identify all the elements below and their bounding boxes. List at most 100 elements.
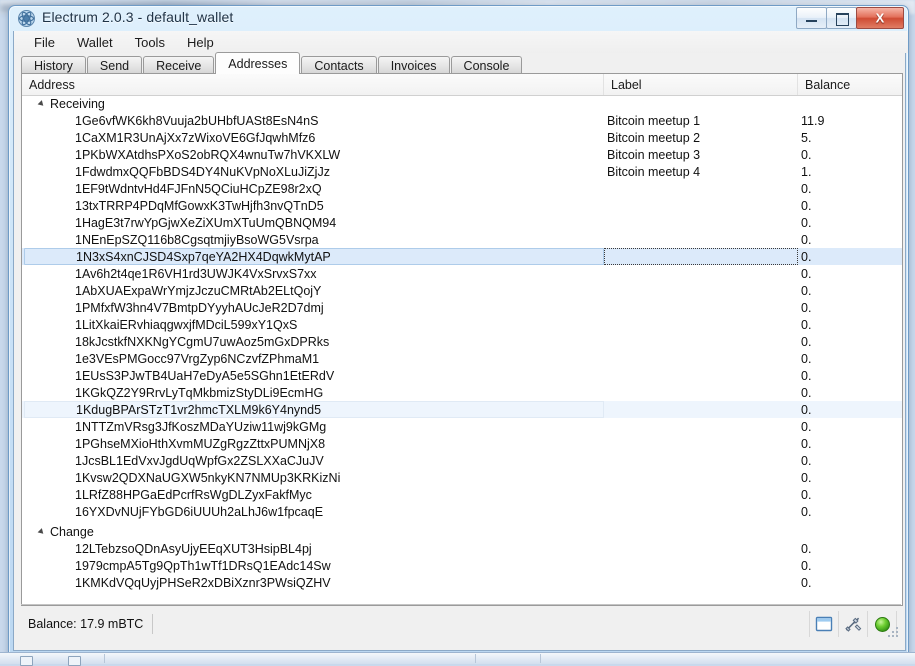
- table-row[interactable]: 12LTebzsoQDnAsyUjyEEqXUT3HsipBL4pj0.0: [22, 540, 902, 557]
- cell-address: 16YXDvNUjFYbGD6iUUUh2aLhJ6w1fpcaqE: [75, 504, 324, 519]
- cell-label: Bitcoin meetup 2: [607, 130, 701, 145]
- cell-address: 1EUsS3PJwTB4UaH7eDyA5e5SGhn1EtERdV: [75, 368, 335, 383]
- status-icon-group: [809, 611, 897, 637]
- close-button[interactable]: X: [856, 7, 904, 29]
- expand-triangle-icon[interactable]: [37, 528, 46, 536]
- table-row[interactable]: 1NEnEpSZQ116b8CgsqtmjiyBsoWG5Vsrpa0.0: [22, 231, 902, 248]
- table-row[interactable]: 1CaXM1R3UnAjXx7zWixoVE6GfJqwhMfz6 Bitcoin…: [22, 129, 902, 146]
- os-taskbar: [0, 652, 915, 666]
- address-group-row-change[interactable]: Change: [22, 523, 902, 540]
- table-row[interactable]: 1NTTZmVRsg3JfKoszMDaYUziw11wj9kGMg0.0: [22, 418, 902, 435]
- addresses-tab-pane: Address Label Balance Tx Receiving1Ge6vf…: [21, 73, 903, 606]
- table-row[interactable]: 1PGhseMXioHthXvmMUZgRgzZttxPUMNjX80.0: [22, 435, 902, 452]
- table-row[interactable]: 13txTRRP4PDqMfGowxK3TwHjfh3nvQTnD50.0: [22, 197, 902, 214]
- expand-triangle-icon[interactable]: [37, 100, 46, 108]
- table-row[interactable]: 16YXDvNUjFYbGD6iUUUh2aLhJ6w1fpcaqE0.0: [22, 503, 902, 520]
- cell-balance: 1.: [801, 164, 812, 179]
- cell-balance: 0.: [801, 470, 812, 485]
- cell-label: [604, 401, 798, 418]
- table-row[interactable]: 1LRfZ88HPGaEdPcrfRsWgDLZyxFakfMyc0.0: [22, 486, 902, 503]
- menu-file[interactable]: File: [23, 33, 66, 52]
- electrum-main-window: Electrum 2.0.3 - default_wallet X File W…: [8, 5, 909, 655]
- cell-label: [604, 384, 798, 401]
- cell-address: 1PKbWXAtdhsPXoS2obRQX4wnuTw7hVKXLW: [75, 147, 341, 162]
- maximize-button[interactable]: [826, 7, 857, 29]
- table-row[interactable]: 18kJcstkfNXKNgYCgmU7uwAoz5mGxDPRks0.0: [22, 333, 902, 350]
- address-table-body[interactable]: Receiving 1Ge6vfWK6kh8Vuuja2bUHbfUASt8EsN…: [22, 95, 902, 604]
- table-row[interactable]: 1FdwdmxQQFbBDS4DY4NuKVpNoXLuJiZjJz Bitcoi…: [22, 163, 902, 180]
- table-row[interactable]: 1KMKdVQqUyjPHSeR2xDBiXznr3PWsiQZHV0.0: [22, 574, 902, 591]
- cell-label: [604, 299, 798, 316]
- table-row[interactable]: 1N3xS4xnCJSD4Sxp7qeYA2HX4DqwkMytAP0.0: [22, 248, 902, 265]
- cell-label: [604, 265, 798, 282]
- menu-bar: File Wallet Tools Help: [14, 31, 908, 53]
- cell-address: 1CaXM1R3UnAjXx7zWixoVE6GfJqwhMfz6: [75, 130, 316, 145]
- cell-balance: 0.: [801, 487, 812, 502]
- cell-balance: 11.9: [801, 113, 825, 128]
- menu-wallet[interactable]: Wallet: [66, 33, 124, 52]
- address-group-label: Receiving: [50, 96, 105, 111]
- cell-label: [604, 486, 798, 503]
- menu-help[interactable]: Help: [176, 33, 225, 52]
- cell-balance: 0.: [801, 334, 812, 349]
- cell-address: 1NTTZmVRsg3JfKoszMDaYUziw11wj9kGMg: [75, 419, 327, 434]
- cell-balance: 0.: [801, 504, 812, 519]
- cell-label: [604, 180, 798, 197]
- cell-label: [604, 248, 798, 265]
- cell-address: 1Av6h2t4qe1R6VH1rd3UWJK4VxSrvxS7xx: [75, 266, 317, 281]
- cell-balance: 0.: [801, 558, 812, 573]
- table-row[interactable]: 1KdugBPArSTzT1vr2hmcTXLM9k6Y4nynd50.0: [22, 401, 902, 418]
- table-row[interactable]: 1KGkQZ2Y9RrvLyTqMkbmizStyDLi9EcmHG0.0: [22, 384, 902, 401]
- cell-address: 1FdwdmxQQFbBDS4DY4NuKVpNoXLuJiZjJz: [75, 164, 330, 179]
- cell-balance: 0.: [801, 232, 812, 247]
- cell-balance: 0.: [801, 385, 812, 400]
- cell-balance: 0.: [801, 317, 812, 332]
- cell-address: 1NEnEpSZQ116b8CgsqtmjiyBsoWG5Vsrpa: [75, 232, 319, 247]
- table-row[interactable]: 1PKbWXAtdhsPXoS2obRQX4wnuTw7hVKXLW Bitcoi…: [22, 146, 902, 163]
- table-row[interactable]: 1Ge6vfWK6kh8Vuuja2bUHbfUASt8EsN4nS Bitcoi…: [22, 112, 902, 129]
- taskbar-icon-2[interactable]: [68, 656, 81, 666]
- cell-address: 1KMKdVQqUyjPHSeR2xDBiXznr3PWsiQZHV: [75, 575, 331, 590]
- table-row[interactable]: 1LitXkaiERvhiaqgwxjfMDciL599xY1QxS0.0: [22, 316, 902, 333]
- cell-address: 1AbXUAExpaWrYmjzJczuCMRtAb2ELtQojY: [75, 283, 322, 298]
- address-group-row-receiving[interactable]: Receiving: [22, 95, 902, 112]
- title-bar[interactable]: Electrum 2.0.3 - default_wallet X: [9, 6, 908, 31]
- minimize-button[interactable]: [796, 7, 827, 29]
- cell-label: [604, 540, 798, 557]
- table-row[interactable]: 1979cmpA5Tg9QpTh1wTf1DRsQ1EAdc14Sw0.0: [22, 557, 902, 574]
- tab-addresses[interactable]: Addresses: [215, 52, 301, 74]
- table-row[interactable]: 1EF9tWdntvHd4FJFnN5QCiuHCpZE98r2xQ0.0: [22, 180, 902, 197]
- cell-address: 1PGhseMXioHthXvmMUZgRgzZttxPUMNjX8: [75, 436, 326, 451]
- cell-balance: 0.: [801, 266, 812, 281]
- cell-balance: 0.: [801, 368, 812, 383]
- resize-grip[interactable]: [887, 626, 898, 637]
- cell-balance: 0.: [801, 181, 812, 196]
- cell-label: [604, 557, 798, 574]
- table-row[interactable]: 1Av6h2t4qe1R6VH1rd3UWJK4VxSrvxS7xx0.0: [22, 265, 902, 282]
- table-row[interactable]: 1JcsBL1EdVxvJgdUqWpfGx2ZSLXXaCJuJV0.0: [22, 452, 902, 469]
- status-separator: [152, 614, 154, 634]
- cell-address: 1Ge6vfWK6kh8Vuuja2bUHbfUASt8EsN4nS: [75, 113, 319, 128]
- cell-address: 12LTebzsoQDnAsyUjyEEqXUT3HsipBL4pj: [75, 541, 312, 556]
- cell-balance: 0.: [801, 541, 812, 556]
- table-row[interactable]: 1HagE3t7rwYpGjwXeZiXUmXTuUmQBNQM940.0: [22, 214, 902, 231]
- column-header-balance[interactable]: Balance: [798, 74, 908, 95]
- table-row[interactable]: 1AbXUAExpaWrYmjzJczuCMRtAb2ELtQojY0.0: [22, 282, 902, 299]
- table-row[interactable]: 1Kvsw2QDXNaUGXW5nkyKN7NMUp3KRKizNi0.0: [22, 469, 902, 486]
- table-row[interactable]: 1e3VEsPMGocc97VrgZyp6NCzvfZPhmaM10.0: [22, 350, 902, 367]
- taskbar-divider-1: [104, 654, 105, 663]
- preferences-tools-icon[interactable]: [838, 611, 867, 637]
- taskbar-icon-1[interactable]: [20, 656, 33, 666]
- balance-status-text: Balance: 17.9 mBTC: [28, 617, 144, 631]
- cell-label: [604, 574, 798, 591]
- table-row[interactable]: 1PMfxfW3hn4V7BmtpDYyyhAUcJeR2D7dmj0.0: [22, 299, 902, 316]
- window-title: Electrum 2.0.3 - default_wallet: [42, 9, 234, 25]
- cell-balance: 0.: [801, 249, 812, 264]
- menu-tools[interactable]: Tools: [124, 33, 176, 52]
- cell-balance: 0.: [801, 575, 812, 590]
- seed-window-icon[interactable]: [809, 611, 838, 637]
- column-header-label[interactable]: Label: [604, 74, 798, 95]
- status-bar: Balance: 17.9 mBTC: [21, 609, 901, 639]
- table-row[interactable]: 1EUsS3PJwTB4UaH7eDyA5e5SGhn1EtERdV0.0: [22, 367, 902, 384]
- column-header-address[interactable]: Address: [22, 74, 604, 95]
